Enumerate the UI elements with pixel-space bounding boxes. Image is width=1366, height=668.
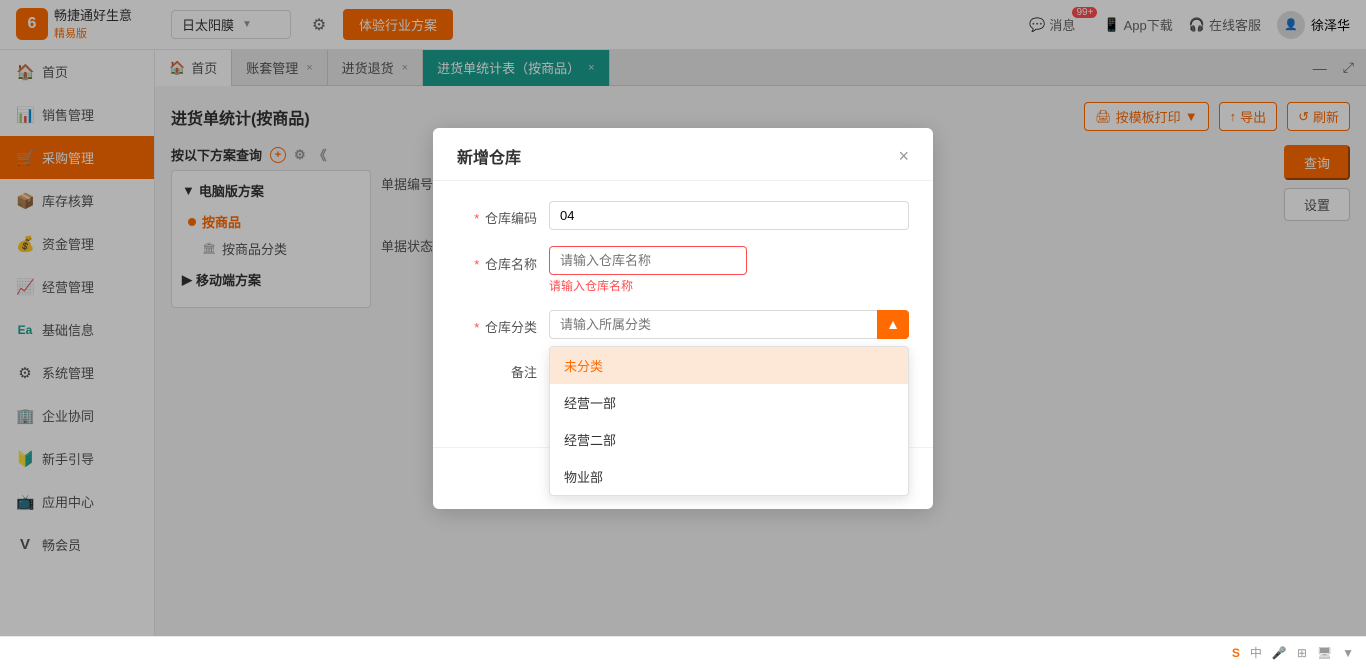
code-label: * 仓库编码 — [457, 201, 537, 227]
bottom-icon-arrow[interactable]: ▼ — [1342, 646, 1354, 660]
bottom-icon-cn[interactable]: S — [1232, 646, 1240, 660]
dropdown-item-3[interactable]: 物业部 — [550, 458, 908, 495]
dropdown-item-1[interactable]: 经营一部 — [550, 384, 908, 421]
bottom-icon-grid[interactable]: ⊞ — [1297, 646, 1307, 660]
remark-label: 备注 — [457, 355, 537, 381]
name-error-msg: 请输入仓库名称 — [549, 277, 633, 294]
bottom-icon-display[interactable]: 🖥 — [1317, 646, 1332, 660]
code-input[interactable] — [549, 201, 909, 230]
form-row-code: * 仓库编码 — [457, 201, 909, 230]
classify-label: * 仓库分类 — [457, 310, 537, 336]
chevron-up-icon: ▲ — [886, 316, 900, 332]
modal-close-button[interactable]: × — [898, 147, 909, 165]
bottom-icon-zh[interactable]: 中 — [1250, 644, 1262, 661]
form-row-name: * 仓库名称 请输入仓库名称 — [457, 246, 909, 294]
dropdown-item-0[interactable]: 未分类 — [550, 347, 908, 384]
bottom-bar: S 中 🎤 ⊞ 🖥 ▼ — [0, 636, 1366, 668]
name-label: * 仓库名称 — [457, 247, 537, 273]
modal-overlay: 新增仓库 × * 仓库编码 * 仓库名称 — [0, 0, 1366, 636]
new-warehouse-modal: 新增仓库 × * 仓库编码 * 仓库名称 — [433, 128, 933, 509]
bottom-icons: S 中 🎤 ⊞ 🖥 ▼ — [1232, 644, 1354, 661]
dropdown-item-2[interactable]: 经营二部 — [550, 421, 908, 458]
form-row-classify: * 仓库分类 ▲ 未分类 经营一部 经营二部 物业部 — [457, 310, 909, 339]
modal-header: 新增仓库 × — [433, 128, 933, 181]
modal-title: 新增仓库 — [457, 144, 521, 168]
classify-dropdown-toggle[interactable]: ▲ — [877, 310, 909, 339]
classify-dropdown-list: 未分类 经营一部 经营二部 物业部 — [549, 346, 909, 496]
classify-input-wrap: ▲ 未分类 经营一部 经营二部 物业部 — [549, 310, 909, 339]
name-input[interactable] — [549, 246, 747, 275]
modal-body: * 仓库编码 * 仓库名称 请输入仓库名称 * — [433, 181, 933, 447]
classify-input[interactable] — [549, 310, 909, 339]
bottom-icon-mic[interactable]: 🎤 — [1272, 646, 1287, 660]
